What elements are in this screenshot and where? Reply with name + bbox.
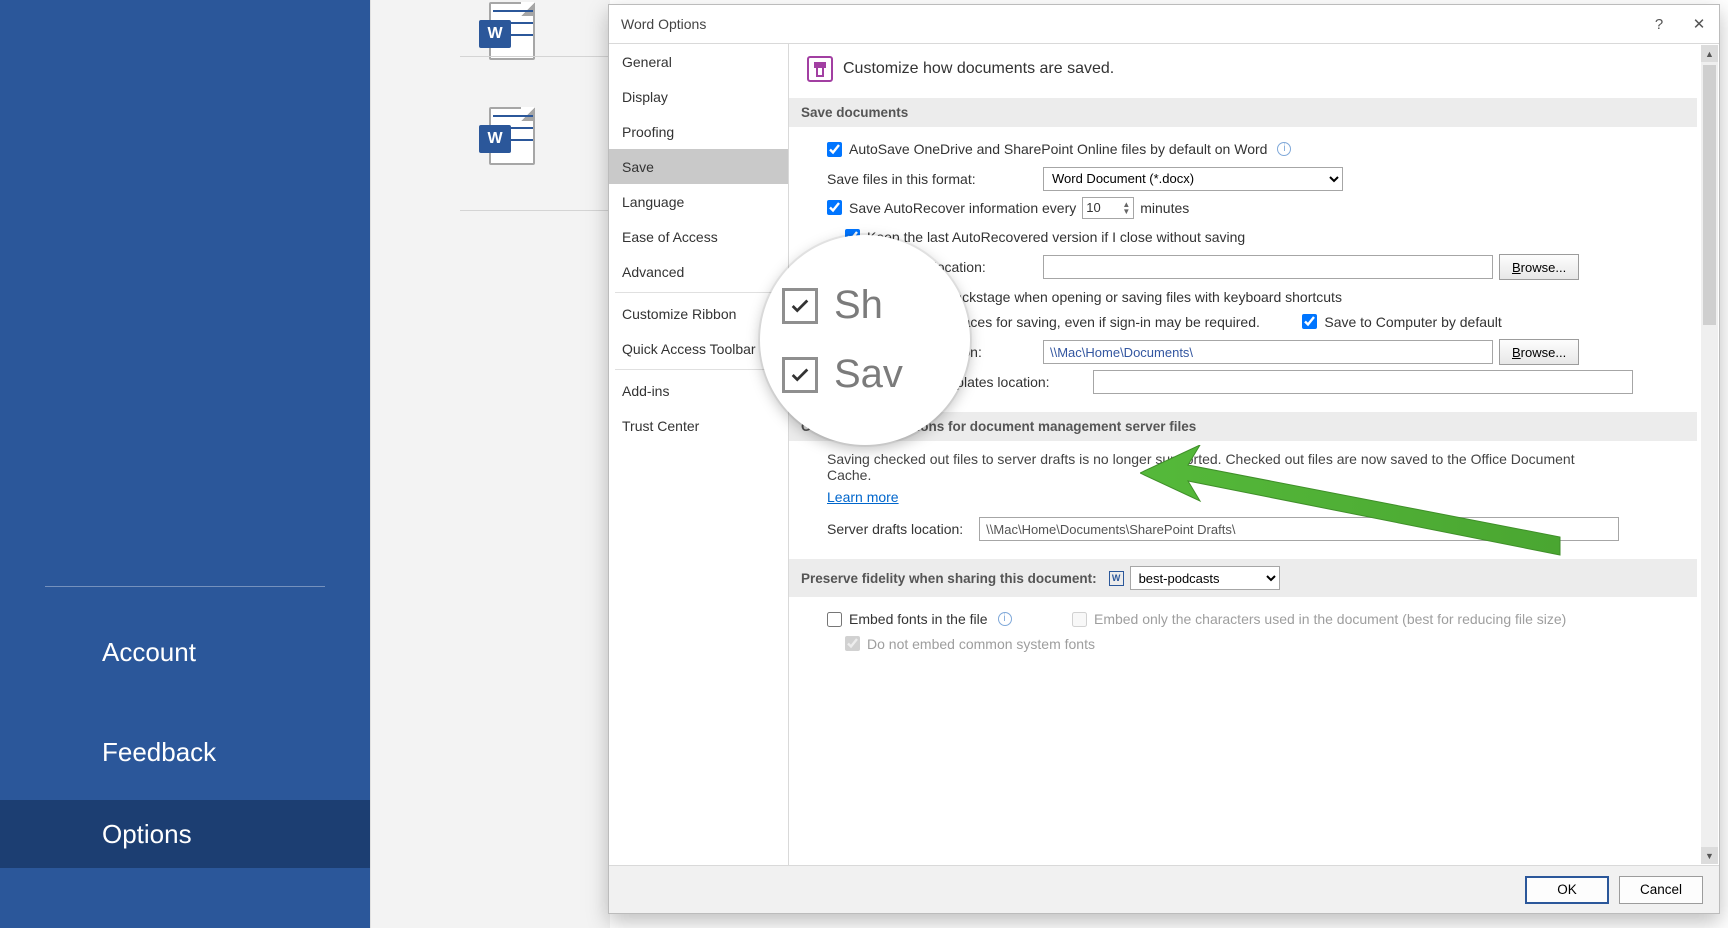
backstage-item-options[interactable]: Options <box>0 800 370 868</box>
nav-addins[interactable]: Add-ins <box>609 373 788 408</box>
cancel-button[interactable]: Cancel <box>1619 876 1703 904</box>
word-options-dialog: Word Options ? ✕ General Display Proofin… <box>608 4 1720 914</box>
backstage-pane: Account Feedback Options <box>0 0 370 928</box>
txt-server-drafts <box>979 517 1619 541</box>
word-doc-icon: W <box>479 105 539 175</box>
backstage-item-feedback[interactable]: Feedback <box>0 718 370 786</box>
txt-autorecover-location[interactable] <box>1043 255 1493 279</box>
lbl-save-format: Save files in this format: <box>827 171 1037 187</box>
word-small-icon: W <box>1109 571 1124 586</box>
magnifier-callout: Sh Sav <box>760 235 970 445</box>
btn-browse-default[interactable]: Browse... <box>1499 339 1579 365</box>
chk-autosave[interactable]: AutoSave OneDrive and SharePoint Online … <box>789 141 1291 157</box>
recent-docs-strip: W W <box>370 0 610 928</box>
btn-browse-autorecover[interactable]: Browse... <box>1499 254 1579 280</box>
options-nav: General Display Proofing Save Language E… <box>609 44 789 865</box>
help-icon[interactable]: ? <box>1639 5 1679 43</box>
group-save-documents: Save documents <box>789 98 1697 127</box>
dialog-title: Word Options <box>621 16 1639 32</box>
nav-proofing[interactable]: Proofing <box>609 114 788 149</box>
nav-save[interactable]: Save <box>609 149 788 184</box>
lbl-minutes: minutes <box>1140 200 1189 216</box>
link-learn-more[interactable]: Learn more <box>827 489 899 505</box>
backstage-item-account[interactable]: Account <box>0 618 370 686</box>
save-icon <box>807 56 833 82</box>
sel-preserve-doc[interactable]: best-podcasts <box>1130 566 1280 590</box>
chk-embed-fonts[interactable]: Embed fonts in the filei <box>789 611 1012 627</box>
word-doc-icon: W <box>479 0 539 70</box>
options-save-panel: ▲ ▼ Customize how documents are saved. S… <box>789 44 1719 865</box>
nav-advanced[interactable]: Advanced <box>609 254 788 289</box>
nav-display[interactable]: Display <box>609 79 788 114</box>
chk-icon <box>782 357 818 393</box>
txt-default-location[interactable] <box>1043 340 1493 364</box>
sel-save-format[interactable]: Word Document (*.docx) <box>1043 167 1343 191</box>
nav-general[interactable]: General <box>609 44 788 79</box>
spin-autorecover-minutes[interactable]: 10 ▲▼ <box>1082 197 1134 219</box>
chk-embed-only-used: Embed only the characters used in the do… <box>1016 611 1566 627</box>
ok-button[interactable]: OK <box>1525 876 1609 904</box>
panel-scrollbar[interactable]: ▲ ▼ <box>1701 45 1718 864</box>
panel-heading: Customize how documents are saved. <box>843 60 1114 78</box>
chk-save-computer[interactable]: Save to Computer by default <box>1264 314 1501 330</box>
lbl-server-drafts: Server drafts location: <box>827 521 963 537</box>
chk-skip-common-fonts: Do not embed common system fonts <box>789 636 1095 652</box>
nav-language[interactable]: Language <box>609 184 788 219</box>
offline-help-text: Saving checked out files to server draft… <box>789 451 1609 483</box>
group-preserve-fidelity: Preserve fidelity when sharing this docu… <box>789 559 1697 597</box>
close-icon[interactable]: ✕ <box>1679 5 1719 43</box>
chk-icon <box>782 288 818 324</box>
nav-trust[interactable]: Trust Center <box>609 408 788 443</box>
chk-autorecover[interactable]: Save AutoRecover information every <box>827 200 1076 216</box>
txt-templates-location[interactable] <box>1093 370 1633 394</box>
nav-ease[interactable]: Ease of Access <box>609 219 788 254</box>
